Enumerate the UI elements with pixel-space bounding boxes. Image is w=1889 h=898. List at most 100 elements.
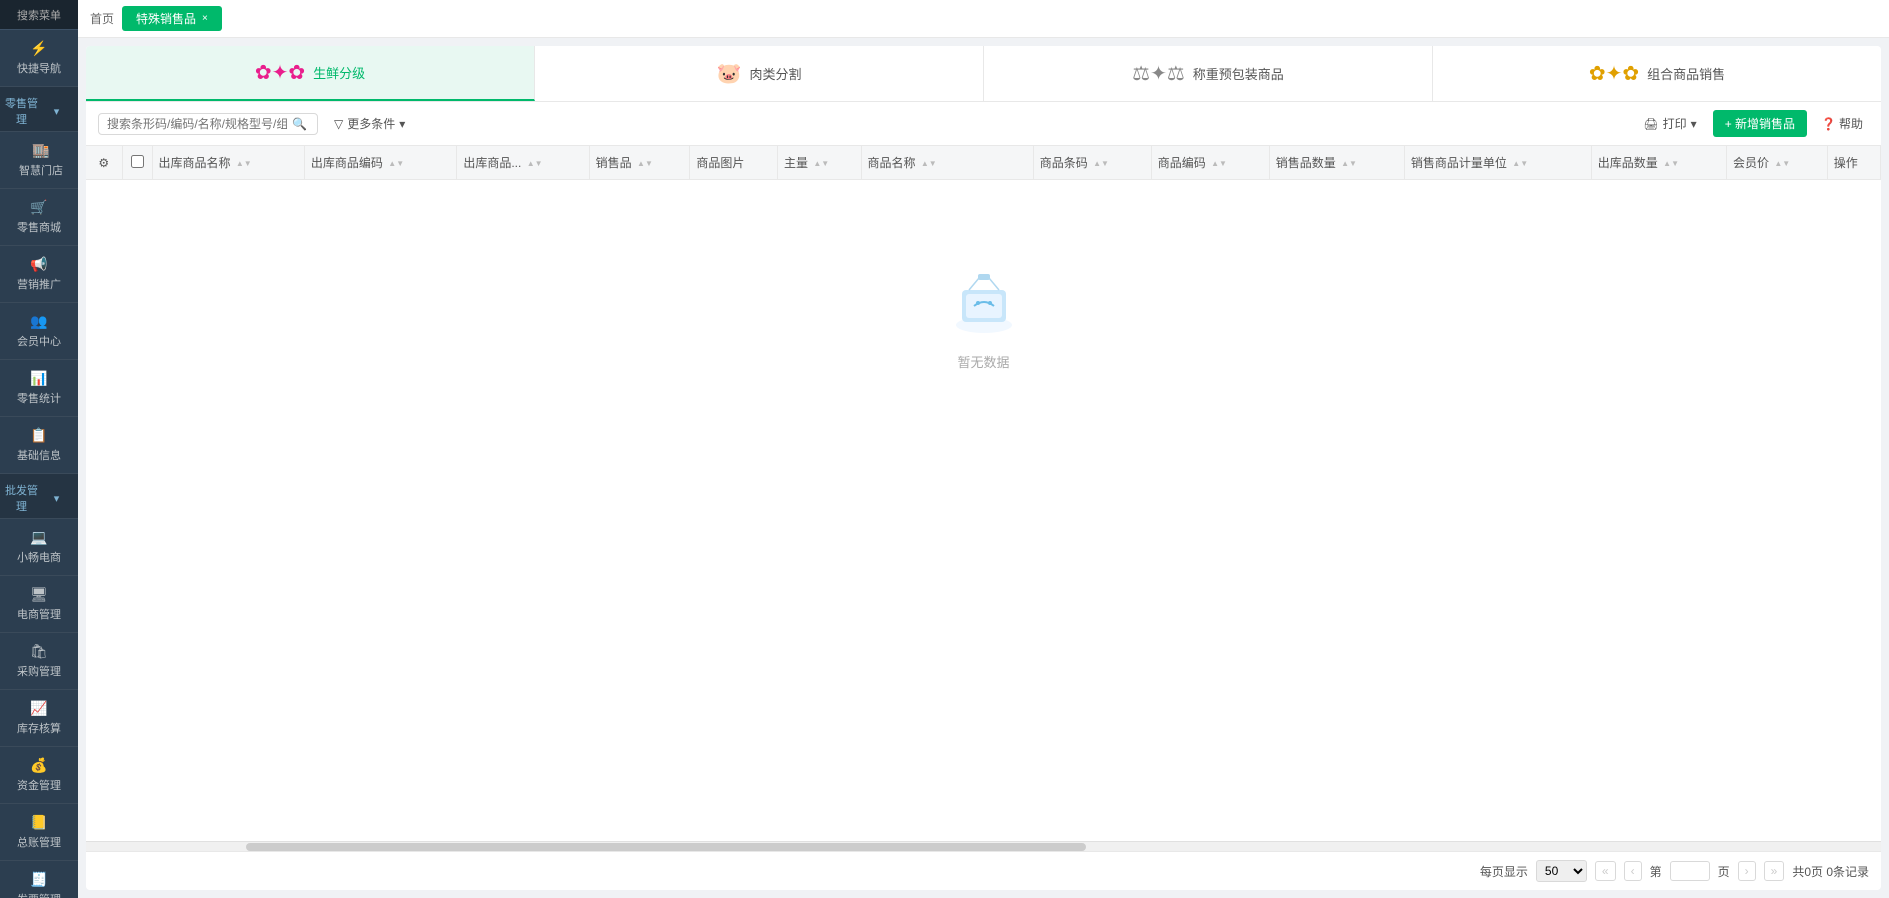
sidebar-item-label: 发票管理: [17, 891, 61, 898]
filter-button[interactable]: ▽ 更多条件 ▾: [328, 112, 411, 135]
search-box[interactable]: 🔍: [98, 113, 318, 135]
scrollbar-thumb[interactable]: [246, 843, 1086, 851]
sidebar-item-purchase-mgmt[interactable]: 🛍 采购管理: [0, 633, 78, 690]
quick-nav-icon: ⚡: [30, 40, 47, 57]
filter-label: 更多条件: [347, 115, 395, 132]
th-sales-unit: 销售商品计量单位 ▲▼: [1404, 146, 1591, 180]
total-label: 共0页 0条记录: [1792, 863, 1869, 880]
sidebar-item-member-center[interactable]: 👥 会员中心: [0, 303, 78, 360]
th-goods-name: 商品名称 ▲▼: [861, 146, 1033, 180]
th-gear[interactable]: ⚙: [86, 146, 122, 180]
wholesale-section-arrow: ▾: [39, 492, 74, 505]
th-goods-code: 商品编码 ▲▼: [1151, 146, 1269, 180]
page-input[interactable]: 1: [1670, 861, 1710, 881]
th-out-qty-label: 出库品数量: [1598, 156, 1658, 170]
sidebar-item-mini-ecom[interactable]: 💻 小畅电商: [0, 519, 78, 576]
sidebar-section-wholesale[interactable]: 批发管理 ▾: [0, 474, 78, 519]
sidebar-item-inventory[interactable]: 📈 库存核算: [0, 690, 78, 747]
sort-sales-item[interactable]: ▲▼: [637, 159, 653, 168]
print-arrow: ▾: [1691, 117, 1697, 131]
sidebar-item-label: 零售商城: [17, 219, 61, 235]
per-page-label: 每页显示: [1480, 863, 1528, 880]
sidebar-item-quick-nav[interactable]: ⚡ 快捷导航: [0, 30, 78, 87]
tab-combo[interactable]: ✿✦✿ 组合商品销售: [1433, 46, 1881, 101]
sort-barcode[interactable]: ▲▼: [1093, 159, 1109, 168]
sidebar-item-label: 营销推广: [17, 276, 61, 292]
tab-close-button[interactable]: ×: [202, 13, 208, 24]
th-out-spec-label: 出库商品...: [463, 156, 521, 170]
per-page-select[interactable]: 102050100: [1536, 860, 1587, 882]
sort-sales-unit[interactable]: ▲▼: [1512, 159, 1528, 168]
sidebar-item-retail-stats[interactable]: 📊 零售统计: [0, 360, 78, 417]
column-gear-icon[interactable]: ⚙: [98, 156, 109, 170]
sort-weight[interactable]: ▲▼: [813, 159, 829, 168]
sidebar-item-finance[interactable]: 💰 资金管理: [0, 747, 78, 804]
sort-goods-name[interactable]: ▲▼: [921, 159, 937, 168]
sidebar-logo[interactable]: 搜索菜单: [0, 0, 78, 30]
sidebar-item-sales-promo[interactable]: 📢 营销推广: [0, 246, 78, 303]
sidebar-item-label: 库存核算: [17, 720, 61, 736]
sidebar-item-label: 会员中心: [17, 333, 61, 349]
sidebar-item-label: 采购管理: [17, 663, 61, 679]
tab-label: 特殊销售品: [136, 10, 196, 27]
sort-sales-qty[interactable]: ▲▼: [1341, 159, 1357, 168]
search-icon[interactable]: 🔍: [292, 117, 307, 131]
sort-goods-code[interactable]: ▲▼: [1211, 159, 1227, 168]
th-out-qty: 出库品数量 ▲▼: [1591, 146, 1726, 180]
last-page-button[interactable]: »: [1764, 861, 1785, 881]
th-action-label: 操作: [1834, 156, 1858, 170]
th-check[interactable]: [122, 146, 152, 180]
retail-section-arrow: ▾: [39, 105, 74, 118]
new-product-button[interactable]: + 新增销售品: [1713, 110, 1807, 137]
sidebar-item-invoice-mgmt[interactable]: 🧾 发票管理: [0, 861, 78, 898]
empty-state-illustration: [944, 260, 1024, 340]
sidebar-item-label: 零售统计: [17, 390, 61, 406]
sort-member-price[interactable]: ▲▼: [1774, 159, 1790, 168]
sidebar-logo-text: 搜索菜单: [17, 7, 61, 23]
sidebar-item-basic-info[interactable]: 📋 基础信息: [0, 417, 78, 474]
sidebar-item-ecom-mgmt[interactable]: 🖥 电商管理: [0, 576, 78, 633]
select-all-checkbox[interactable]: [131, 155, 144, 168]
sidebar-section-retail[interactable]: 零售管理 ▾: [0, 87, 78, 132]
sort-out-name[interactable]: ▲▼: [236, 159, 252, 168]
tab-fresh-grade[interactable]: ✿✦✿ 生鲜分级: [86, 46, 535, 101]
filter-arrow-icon: ▾: [399, 117, 405, 131]
sort-out-code[interactable]: ▲▼: [388, 159, 404, 168]
first-page-button[interactable]: «: [1595, 861, 1616, 881]
help-button[interactable]: ❓ 帮助: [1815, 111, 1869, 136]
sidebar-item-retail-mall[interactable]: 🛒 零售商城: [0, 189, 78, 246]
th-action: 操作: [1827, 146, 1880, 180]
th-weight-label: 主量: [784, 156, 808, 170]
print-button[interactable]: 🖨 打印 ▾: [1635, 111, 1704, 136]
toolbar-right: 🖨 打印 ▾ + 新增销售品 ❓ 帮助: [1635, 110, 1869, 137]
th-goods-name-label: 商品名称: [868, 156, 916, 170]
prev-page-button[interactable]: ‹: [1624, 861, 1642, 881]
empty-text: 暂无数据: [957, 352, 1009, 371]
tab-combo-label: 组合商品销售: [1647, 64, 1725, 83]
ecom-mgmt-icon: 🖥: [30, 586, 48, 603]
th-sales-unit-label: 销售商品计量单位: [1411, 156, 1507, 170]
sidebar-item-smart-store[interactable]: 🏬 智慧门店: [0, 132, 78, 189]
next-page-button[interactable]: ›: [1738, 861, 1756, 881]
search-input[interactable]: [107, 117, 287, 131]
topbar: 首页 特殊销售品 ×: [78, 0, 1889, 38]
th-image-label: 商品图片: [696, 156, 744, 170]
bottom-scrollbar[interactable]: [86, 841, 1881, 851]
active-tab[interactable]: 特殊销售品 ×: [122, 6, 222, 31]
combo-icon: ✿✦✿: [1589, 61, 1639, 86]
tab-weight-pack[interactable]: ⚖✦⚖ 称重预包装商品: [984, 46, 1433, 101]
help-label: 帮助: [1839, 115, 1863, 132]
home-link[interactable]: 首页: [90, 10, 114, 27]
sidebar-item-label: 总账管理: [17, 834, 61, 850]
filter-icon: ▽: [334, 117, 343, 131]
content-panel: ✿✦✿ 生鲜分级 🐷 肉类分割 ⚖✦⚖ 称重预包装商品 ✿✦✿ 组合商品销售 🔍: [86, 46, 1881, 890]
th-member-price: 会员价 ▲▼: [1727, 146, 1828, 180]
sort-out-qty[interactable]: ▲▼: [1663, 159, 1679, 168]
sort-out-spec[interactable]: ▲▼: [527, 159, 543, 168]
tab-meat-cut[interactable]: 🐷 肉类分割: [535, 46, 984, 101]
sidebar-item-general-ledger[interactable]: 📒 总账管理: [0, 804, 78, 861]
sidebar-item-label: 电商管理: [17, 606, 61, 622]
sales-promo-icon: 📢: [30, 256, 47, 273]
th-out-code: 出库商品编码 ▲▼: [304, 146, 456, 180]
mini-ecom-icon: 💻: [30, 529, 47, 546]
